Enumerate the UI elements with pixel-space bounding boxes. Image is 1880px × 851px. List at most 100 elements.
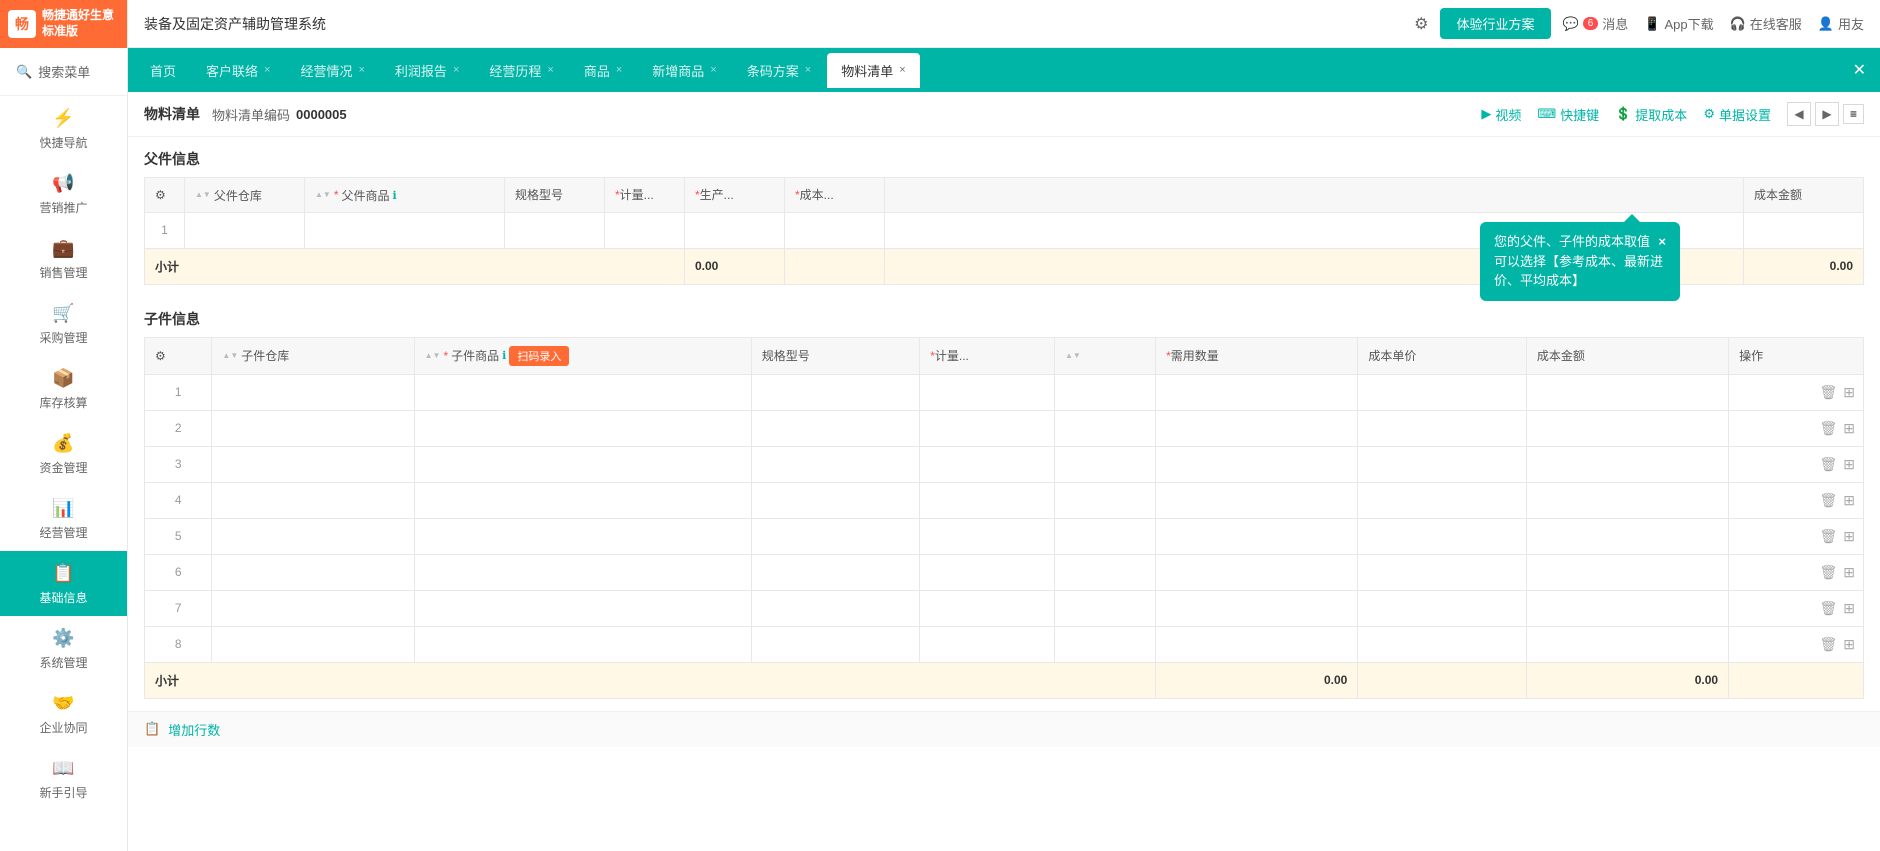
tooltip-close-button[interactable]: × — [1658, 232, 1666, 252]
sidebar-search[interactable]: 🔍 搜索菜单 — [0, 48, 127, 96]
tab-barcode[interactable]: 条码方案 × — [733, 53, 825, 88]
parent-production-cell[interactable] — [685, 212, 785, 248]
delete-icon[interactable]: 🗑 — [1819, 564, 1837, 581]
tab-operations-history-close[interactable]: × — [547, 64, 553, 76]
trial-button[interactable]: 体验行业方案 — [1440, 8, 1550, 39]
child-product-cell[interactable] — [414, 554, 751, 590]
delete-icon[interactable]: 🗑 — [1819, 636, 1837, 653]
tab-bom[interactable]: 物料清单 × — [827, 53, 919, 88]
tab-barcode-close[interactable]: × — [805, 64, 811, 76]
child-unit-cell[interactable] — [920, 410, 1055, 446]
child-warehouse-cell[interactable] — [212, 482, 414, 518]
child-warehouse-cell[interactable] — [212, 446, 414, 482]
sidebar-item-inventory[interactable]: 📦 库存核算 — [0, 356, 127, 421]
child-warehouse-cell[interactable] — [212, 554, 414, 590]
child-uprice-cell[interactable] — [1358, 554, 1527, 590]
child-uprice-cell[interactable] — [1358, 446, 1527, 482]
tab-profit-report[interactable]: 利润报告 × — [381, 53, 473, 88]
sidebar-item-finance[interactable]: 💰 资金管理 — [0, 421, 127, 486]
child-amount-cell[interactable] — [1526, 626, 1728, 662]
child-spec-cell[interactable] — [751, 410, 920, 446]
delete-icon[interactable]: 🗑 — [1819, 492, 1837, 509]
sidebar-item-collab[interactable]: 🤝 企业协同 — [0, 681, 127, 746]
cost-action[interactable]: 💲 提取成本 — [1615, 105, 1687, 124]
copy-icon[interactable]: ⊞ — [1843, 528, 1855, 545]
tab-operations-status[interactable]: 经营情况 × — [286, 53, 378, 88]
child-qty-cell[interactable] — [1156, 626, 1358, 662]
tab-home[interactable]: 首页 — [136, 53, 190, 88]
child-spec-cell[interactable] — [751, 482, 920, 518]
child-warehouse-cell[interactable] — [212, 374, 414, 410]
delete-icon[interactable]: 🗑 — [1819, 420, 1837, 437]
child-amount-cell[interactable] — [1526, 590, 1728, 626]
child-product-cell[interactable] — [414, 446, 751, 482]
close-all-button[interactable]: ✕ — [1847, 58, 1872, 82]
app-download-action[interactable]: 📱 App下载 — [1644, 14, 1713, 33]
add-row-label[interactable]: 增加行数 — [168, 720, 220, 739]
child-warehouse-cell[interactable] — [212, 410, 414, 446]
parent-unit-cell[interactable] — [605, 212, 685, 248]
tab-bom-close[interactable]: × — [899, 64, 905, 76]
child-unit-cell[interactable] — [920, 518, 1055, 554]
next-page-button[interactable]: ▶ — [1815, 102, 1839, 126]
parent-product-cell[interactable] — [305, 212, 505, 248]
tab-new-product[interactable]: 新增商品 × — [638, 53, 730, 88]
sidebar-item-sales[interactable]: 💼 销售管理 — [0, 226, 127, 291]
child-spec-cell[interactable] — [751, 554, 920, 590]
copy-icon[interactable]: ⊞ — [1843, 600, 1855, 617]
copy-icon[interactable]: ⊞ — [1843, 384, 1855, 401]
child-amount-cell[interactable] — [1526, 518, 1728, 554]
parent-amount-cell[interactable] — [1744, 212, 1864, 248]
child-unit-cell[interactable] — [920, 554, 1055, 590]
child-qty-cell[interactable] — [1156, 482, 1358, 518]
single-settings-action[interactable]: ⚙ 单据设置 — [1703, 105, 1771, 124]
child-amount-cell[interactable] — [1526, 374, 1728, 410]
copy-icon[interactable]: ⊞ — [1843, 636, 1855, 653]
copy-icon[interactable]: ⊞ — [1843, 564, 1855, 581]
gear-icon[interactable]: ⚙ — [155, 188, 166, 202]
tab-products-close[interactable]: × — [616, 64, 622, 76]
copy-icon[interactable]: ⊞ — [1843, 492, 1855, 509]
child-spec-cell[interactable] — [751, 446, 920, 482]
parent-cost-cell[interactable] — [785, 212, 885, 248]
child-amount-cell[interactable] — [1526, 446, 1728, 482]
child-product-cell[interactable] — [414, 482, 751, 518]
child-amount-cell[interactable] — [1526, 482, 1728, 518]
child-uprice-cell[interactable] — [1358, 626, 1527, 662]
sidebar-item-marketing[interactable]: 📢 营销推广 — [0, 161, 127, 226]
child-qty-cell[interactable] — [1156, 446, 1358, 482]
shortcut-action[interactable]: ⌨ 快捷键 — [1537, 105, 1599, 124]
child-warehouse-cell[interactable] — [212, 626, 414, 662]
tab-customer-close[interactable]: × — [264, 64, 270, 76]
child-qty-cell[interactable] — [1156, 518, 1358, 554]
child-warehouse-cell[interactable] — [212, 518, 414, 554]
sidebar-item-operations[interactable]: 📊 经营管理 — [0, 486, 127, 551]
sidebar-item-quick-nav[interactable]: ⚡ 快捷导航 — [0, 96, 127, 161]
child-amount-cell[interactable] — [1526, 410, 1728, 446]
copy-icon[interactable]: ⊞ — [1843, 456, 1855, 473]
child-gear-icon[interactable]: ⚙ — [155, 349, 166, 363]
prev-page-button[interactable]: ◀ — [1787, 102, 1811, 126]
tab-operations-status-close[interactable]: × — [358, 64, 364, 76]
child-spec-cell[interactable] — [751, 374, 920, 410]
tab-profit-report-close[interactable]: × — [453, 64, 459, 76]
delete-icon[interactable]: 🗑 — [1819, 600, 1837, 617]
child-spec-cell[interactable] — [751, 518, 920, 554]
sidebar-item-system[interactable]: ⚙️ 系统管理 — [0, 616, 127, 681]
sidebar-item-basic-info[interactable]: 📋 基础信息 — [0, 551, 127, 616]
child-spec-cell[interactable] — [751, 626, 920, 662]
delete-icon[interactable]: 🗑 — [1819, 384, 1837, 401]
child-product-cell[interactable] — [414, 410, 751, 446]
child-unit-cell[interactable] — [920, 590, 1055, 626]
child-qty-cell[interactable] — [1156, 374, 1358, 410]
child-product-cell[interactable] — [414, 374, 751, 410]
parent-warehouse-cell[interactable] — [185, 212, 305, 248]
child-qty-cell[interactable] — [1156, 590, 1358, 626]
child-unit-cell[interactable] — [920, 482, 1055, 518]
child-uprice-cell[interactable] — [1358, 410, 1527, 446]
child-amount-cell[interactable] — [1526, 554, 1728, 590]
child-unit-cell[interactable] — [920, 626, 1055, 662]
delete-icon[interactable]: 🗑 — [1819, 528, 1837, 545]
child-unit-cell[interactable] — [920, 374, 1055, 410]
sidebar-item-purchase[interactable]: 🛒 采购管理 — [0, 291, 127, 356]
